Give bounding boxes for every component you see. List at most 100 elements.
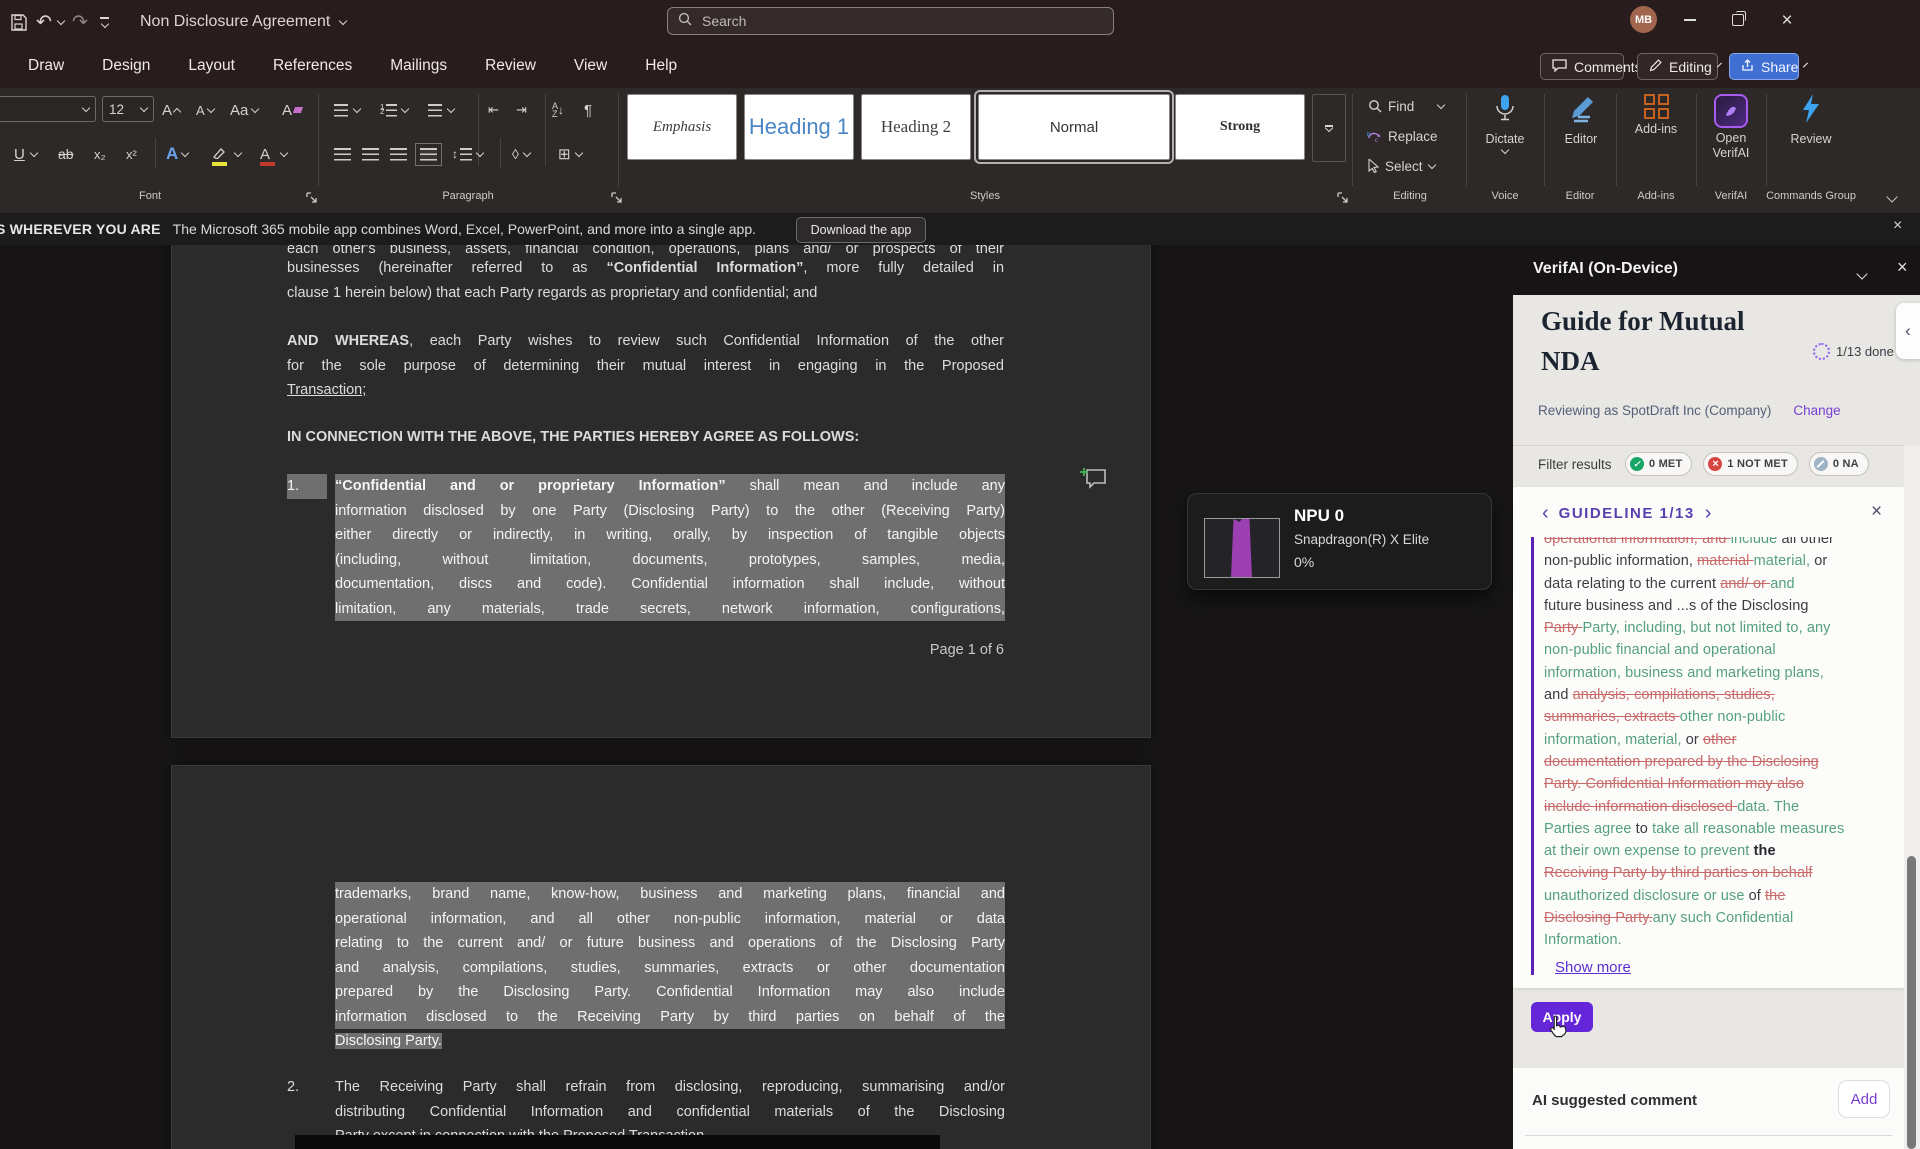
subscript-button[interactable]: x₂ bbox=[94, 140, 106, 168]
numbered-list-button[interactable]: 12 bbox=[380, 96, 408, 124]
styles-more-button[interactable] bbox=[1312, 94, 1346, 162]
document-page-1[interactable]: each other's business, assets, financial… bbox=[171, 245, 1151, 738]
editor-button[interactable]: Editor bbox=[1542, 94, 1620, 147]
npu-usage-value: 0% bbox=[1294, 554, 1314, 570]
download-app-button[interactable]: Download the app bbox=[796, 217, 926, 243]
avatar[interactable]: MB bbox=[1630, 6, 1657, 33]
font-name-combo[interactable] bbox=[0, 96, 96, 122]
replace-button[interactable]: bc Replace bbox=[1366, 122, 1438, 150]
line-spacing-button[interactable]: ↕ bbox=[452, 140, 483, 168]
redline-line: Party Party, including, but not limited … bbox=[1544, 617, 1892, 639]
banner-close-icon[interactable]: × bbox=[1893, 217, 1902, 235]
superscript-button[interactable]: x² bbox=[126, 140, 137, 168]
quick-access-menu-icon[interactable] bbox=[100, 0, 109, 44]
maximize-restore-button[interactable] bbox=[1718, 0, 1758, 40]
highlight-color-button[interactable] bbox=[212, 140, 241, 168]
previous-guideline-icon[interactable]: ‹ bbox=[1542, 503, 1549, 523]
review-command-button[interactable]: Review bbox=[1772, 94, 1850, 147]
bullet-list-button[interactable] bbox=[334, 96, 360, 124]
filter-pill-met[interactable]: 0 MET bbox=[1625, 452, 1692, 476]
shading-button[interactable]: ◊ bbox=[512, 140, 530, 168]
tab-layout[interactable]: Layout bbox=[188, 57, 235, 75]
filter-pill-na[interactable]: 0 NA bbox=[1809, 452, 1869, 476]
decrease-indent-button[interactable]: ⇤ bbox=[488, 96, 499, 124]
text-effects-button[interactable]: A bbox=[166, 140, 188, 168]
document-title[interactable]: Non Disclosure Agreement bbox=[140, 0, 346, 44]
paragraph-dialog-launcher[interactable] bbox=[611, 192, 623, 204]
share-button[interactable]: Share bbox=[1729, 53, 1799, 80]
npu-monitor-overlay: NPU 0 Snapdragon(R) X Elite 0% bbox=[1187, 493, 1492, 590]
close-button[interactable]: × bbox=[1767, 0, 1807, 40]
addins-button[interactable]: Add-ins bbox=[1617, 94, 1695, 137]
npu-usage-graph bbox=[1204, 518, 1280, 578]
tab-help[interactable]: Help bbox=[645, 57, 677, 75]
group-label-paragraph: Paragraph bbox=[442, 190, 493, 202]
guideline-close-icon[interactable]: × bbox=[1871, 501, 1882, 523]
align-right-button[interactable] bbox=[390, 140, 407, 168]
change-case-button[interactable]: Aa bbox=[230, 96, 258, 124]
panel-scrollbar[interactable] bbox=[1904, 445, 1920, 1149]
minimize-button[interactable] bbox=[1670, 0, 1710, 40]
font-size-combo[interactable]: 12 bbox=[102, 96, 154, 122]
add-comment-icon[interactable] bbox=[1080, 467, 1108, 496]
lightning-icon bbox=[1799, 94, 1823, 129]
list-number: 2. bbox=[287, 1075, 327, 1100]
filter-pill-notmet[interactable]: 1 NOT MET bbox=[1703, 452, 1797, 476]
document-page-2[interactable]: trademarks, brand name, know-how, busine… bbox=[171, 765, 1151, 1149]
tab-mailings[interactable]: Mailings bbox=[390, 57, 447, 75]
ribbon-tabs: Draw Design Layout References Mailings Review… bbox=[28, 44, 677, 88]
panel-expand-tab[interactable]: ‹ bbox=[1896, 303, 1920, 359]
m365-promo-banner: S WHEREVER YOU ARE The Microsoft 365 mob… bbox=[0, 213, 1920, 245]
collapse-ribbon-icon[interactable] bbox=[1888, 188, 1896, 206]
panel-collapse-icon[interactable] bbox=[1858, 265, 1866, 283]
align-left-button[interactable] bbox=[334, 140, 351, 168]
underline-button[interactable]: U bbox=[14, 140, 37, 168]
borders-button[interactable]: ⊞ bbox=[558, 140, 582, 168]
ribbon: 12 A A Aa A U ab x₂ x² A A 12 ⇤ ⇥ AZ↓ ¶ bbox=[0, 88, 1920, 213]
tab-design[interactable]: Design bbox=[102, 57, 150, 75]
style-normal[interactable]: Normal bbox=[978, 94, 1170, 160]
align-center-button[interactable] bbox=[362, 140, 379, 168]
justify-button[interactable] bbox=[420, 140, 437, 168]
style-emphasis[interactable]: Emphasis bbox=[627, 94, 737, 160]
undo-button[interactable]: ↶ bbox=[36, 0, 52, 44]
search-input[interactable] bbox=[700, 12, 1103, 30]
show-more-link[interactable]: Show more bbox=[1555, 959, 1631, 976]
style-label: Heading 2 bbox=[881, 117, 951, 137]
tab-references[interactable]: References bbox=[273, 57, 352, 75]
font-color-button[interactable]: A bbox=[260, 140, 287, 168]
multilevel-list-button[interactable] bbox=[428, 96, 454, 124]
find-button[interactable]: Find bbox=[1368, 92, 1444, 120]
style-strong[interactable]: Strong bbox=[1175, 94, 1305, 160]
styles-dialog-launcher[interactable] bbox=[1337, 192, 1349, 204]
add-comment-button[interactable]: Add bbox=[1838, 1080, 1890, 1118]
select-button[interactable]: Select bbox=[1368, 152, 1435, 180]
redo-button[interactable]: ↷ bbox=[72, 0, 88, 44]
search-bar[interactable] bbox=[667, 7, 1114, 35]
strikethrough-button[interactable]: ab bbox=[58, 140, 74, 168]
font-dialog-launcher[interactable] bbox=[306, 192, 318, 204]
clear-formatting-button[interactable]: A bbox=[282, 96, 302, 124]
next-guideline-icon[interactable]: › bbox=[1705, 503, 1712, 523]
open-verifai-button[interactable]: Open VerifAI bbox=[1692, 94, 1770, 161]
tab-draw[interactable]: Draw bbox=[28, 57, 64, 75]
redline-line: documentation prepared by the Disclosing bbox=[1544, 751, 1892, 773]
dictate-button[interactable]: Dictate bbox=[1466, 94, 1544, 153]
editing-mode-button[interactable]: Editing bbox=[1637, 53, 1718, 80]
grow-font-button[interactable]: A bbox=[162, 96, 180, 124]
sort-button[interactable]: AZ↓ bbox=[552, 96, 564, 124]
comments-button[interactable]: Comments bbox=[1540, 53, 1624, 80]
style-h1[interactable]: Heading 1 bbox=[744, 94, 854, 160]
style-h2[interactable]: Heading 2 bbox=[861, 94, 971, 160]
undo-dropdown-icon[interactable] bbox=[58, 0, 64, 44]
shrink-font-button[interactable]: A bbox=[196, 96, 214, 124]
save-icon[interactable] bbox=[10, 0, 27, 44]
tab-review[interactable]: Review bbox=[485, 57, 536, 75]
show-paragraph-marks-button[interactable]: ¶ bbox=[584, 96, 592, 124]
panel-close-icon[interactable]: × bbox=[1897, 257, 1908, 278]
change-link[interactable]: Change bbox=[1793, 403, 1840, 418]
tab-view[interactable]: View bbox=[574, 57, 607, 75]
increase-indent-button[interactable]: ⇥ bbox=[516, 96, 527, 124]
panel-scrollbar-thumb[interactable] bbox=[1907, 856, 1916, 1149]
npu-usage-spike bbox=[1231, 519, 1252, 577]
